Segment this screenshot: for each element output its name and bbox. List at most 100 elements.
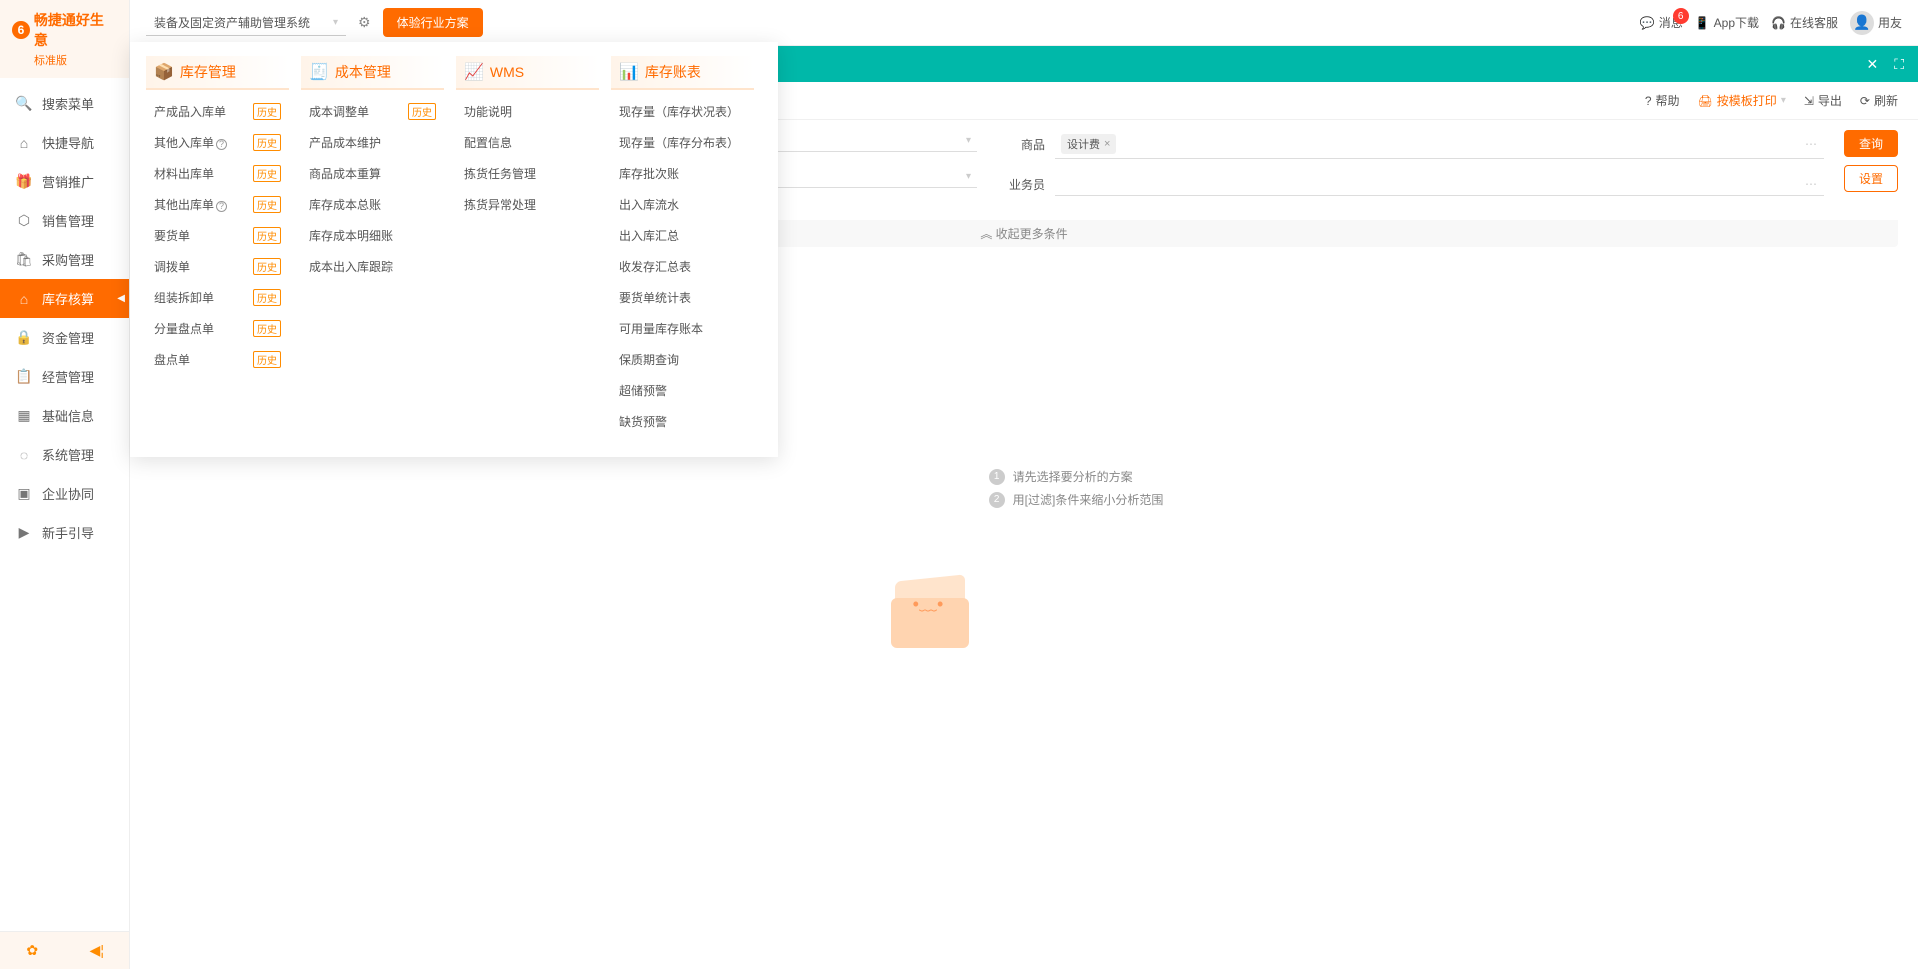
history-badge[interactable]: 历史 [253,351,281,368]
sidebar-item-7[interactable]: 📋经营管理 [0,357,129,396]
sidebar-item-9[interactable]: ◌系统管理 [0,435,129,474]
tag-remove-icon[interactable]: × [1104,138,1110,150]
nav-label: 资金管理 [42,328,94,347]
mega-item-3-4[interactable]: 出入库汇总 [611,220,754,251]
sidebar-item-4[interactable]: 🛍采购管理 [0,240,129,279]
mega-item-0-8[interactable]: 盘点单历史 [146,344,289,375]
mega-item-1-4[interactable]: 库存成本明细账 [301,220,444,251]
history-badge[interactable]: 历史 [253,196,281,213]
mega-item-1-0[interactable]: 成本调整单历史 [301,96,444,127]
collapse-sidebar-icon[interactable]: ◀¦ [65,932,130,969]
mega-item-1-1[interactable]: 产品成本维护 [301,127,444,158]
mega-head-title: 库存账表 [645,62,701,82]
history-badge[interactable]: 历史 [253,258,281,275]
mega-item-3-5[interactable]: 收发存汇总表 [611,251,754,282]
mega-item-3-1[interactable]: 现存量（库存分布表） [611,127,754,158]
history-badge[interactable]: 历史 [253,227,281,244]
mega-item-3-7[interactable]: 可用量库存账本 [611,313,754,344]
sidebar-item-2[interactable]: 🎁营销推广 [0,162,129,201]
fullscreen-icon[interactable]: ⛶ [1890,52,1908,77]
nav-label: 采购管理 [42,250,94,269]
settings-icon[interactable]: ✿ [0,932,65,969]
print-template-button[interactable]: 🖨 按模板打印 ▾ [1698,92,1786,109]
refresh-button[interactable]: ⟳ 刷新 [1860,92,1898,109]
salesperson-label: 业务员 [997,176,1045,193]
mega-item-2-3[interactable]: 拣货异常处理 [456,189,599,220]
mega-item-0-3[interactable]: 其他出库单?历史 [146,189,289,220]
mega-item-2-1[interactable]: 配置信息 [456,127,599,158]
history-badge[interactable]: 历史 [253,134,281,151]
nav-label: 销售管理 [42,211,94,230]
mega-item-label: 商品成本重算 [309,165,381,182]
logo-subtitle: 标准版 [34,52,117,68]
mega-item-2-2[interactable]: 拣货任务管理 [456,158,599,189]
query-button[interactable]: 查询 [1844,130,1898,157]
print-icon: 🖨 [1698,94,1713,108]
app-download-link[interactable]: 📱 App下载 [1695,14,1759,31]
system-select[interactable]: 装备及固定资产辅助管理系统 ▾ [146,10,346,36]
history-badge[interactable]: 历史 [253,103,281,120]
mega-item-label: 产成品入库单 [154,103,226,120]
mega-item-2-0[interactable]: 功能说明 [456,96,599,127]
mega-item-3-6[interactable]: 要货单统计表 [611,282,754,313]
mega-item-1-3[interactable]: 库存成本总账 [301,189,444,220]
sidebar-item-11[interactable]: ▶新手引导 [0,513,129,552]
sidebar-item-10[interactable]: ▣企业协同 [0,474,129,513]
sidebar-item-0[interactable]: 🔍搜索菜单 [0,84,129,123]
nav-icon: ▶ [16,525,32,541]
gear-icon[interactable]: ⚙ [358,14,371,31]
history-badge[interactable]: 历史 [253,289,281,306]
history-badge[interactable]: 历史 [253,320,281,337]
sidebar-item-6[interactable]: 🔒 资金管理 [0,318,129,357]
mega-item-0-1[interactable]: 其他入库单?历史 [146,127,289,158]
empty-step-2: 2 用[过滤]条件来缩小分析范围 [989,491,1164,508]
product-field[interactable]: 设计费 × ⋯ [1055,130,1824,159]
mega-item-3-9[interactable]: 超储预警 [611,375,754,406]
mega-item-0-5[interactable]: 调拨单历史 [146,251,289,282]
help-button[interactable]: ? 帮助 [1645,92,1680,109]
collapse-bar-label: 收起更多条件 [996,227,1068,241]
mega-item-0-4[interactable]: 要货单 历史 [146,220,289,251]
export-button[interactable]: ⇲ 导出 [1804,92,1842,109]
filter-actions: 查询 设置 [1844,130,1898,210]
mega-item-0-7[interactable]: 分量盘点单历史 [146,313,289,344]
mega-item-3-10[interactable]: 缺货预警 [611,406,754,437]
sidebar-item-5[interactable]: ⌂库存核算 [0,279,129,318]
history-badge[interactable]: 历史 [408,103,436,120]
history-badge[interactable]: 历史 [253,165,281,182]
mega-item-label: 要货单 [154,227,190,244]
mega-item-label: 收发存汇总表 [619,258,691,275]
industry-button[interactable]: 体验行业方案 [383,8,483,37]
header: 装备及固定资产辅助管理系统 ▾ ⚙ 体验行业方案 💬 消息 6 📱 App下载 … [130,0,1918,46]
headset-icon: 🎧 [1771,16,1786,30]
mega-item-0-0[interactable]: 产成品入库单 历史 [146,96,289,127]
mega-item-label: 成本出入库跟踪 [309,258,393,275]
mega-item-3-8[interactable]: 保质期查询 [611,344,754,375]
settings-button[interactable]: 设置 [1844,165,1898,192]
user-menu[interactable]: 👤 用友 [1850,11,1902,35]
mega-item-0-2[interactable]: 材料出库单历史 [146,158,289,189]
mega-item-label: 库存成本明细账 [309,227,393,244]
more-icon[interactable]: ⋯ [1805,177,1818,191]
mega-item-label: 库存成本总账 [309,196,381,213]
nav-icon: 🔒 [16,330,32,346]
mega-item-3-0[interactable]: 现存量（库存状况表） [611,96,754,127]
mega-item-1-2[interactable]: 商品成本重算 [301,158,444,189]
sidebar-item-8[interactable]: ▦基础信息 [0,396,129,435]
mega-item-1-5[interactable]: 成本出入库跟踪 [301,251,444,282]
mega-item-label: 功能说明 [464,103,512,120]
sidebar-item-1[interactable]: ⌂快捷导航 [0,123,129,162]
more-icon[interactable]: ⋯ [1805,137,1818,151]
salesperson-field[interactable]: ⋯ [1055,173,1824,196]
print-label: 按模板打印 [1717,92,1777,109]
messages-link[interactable]: 💬 消息 6 [1640,14,1683,31]
mega-item-3-3[interactable]: 出入库流水 [611,189,754,220]
mega-item-3-2[interactable]: 库存批次账 [611,158,754,189]
product-tag[interactable]: 设计费 × [1061,134,1116,154]
mega-item-0-6[interactable]: 组装拆卸单历史 [146,282,289,313]
tab-close-all-icon[interactable]: ✕ [1862,52,1882,77]
sidebar-item-3[interactable]: ⬡销售管理 [0,201,129,240]
sidebar-footer: ✿ ◀¦ [0,931,129,969]
online-service-link[interactable]: 🎧 在线客服 [1771,14,1838,31]
logo: 6 畅捷通好生意 标准版 [0,0,129,78]
